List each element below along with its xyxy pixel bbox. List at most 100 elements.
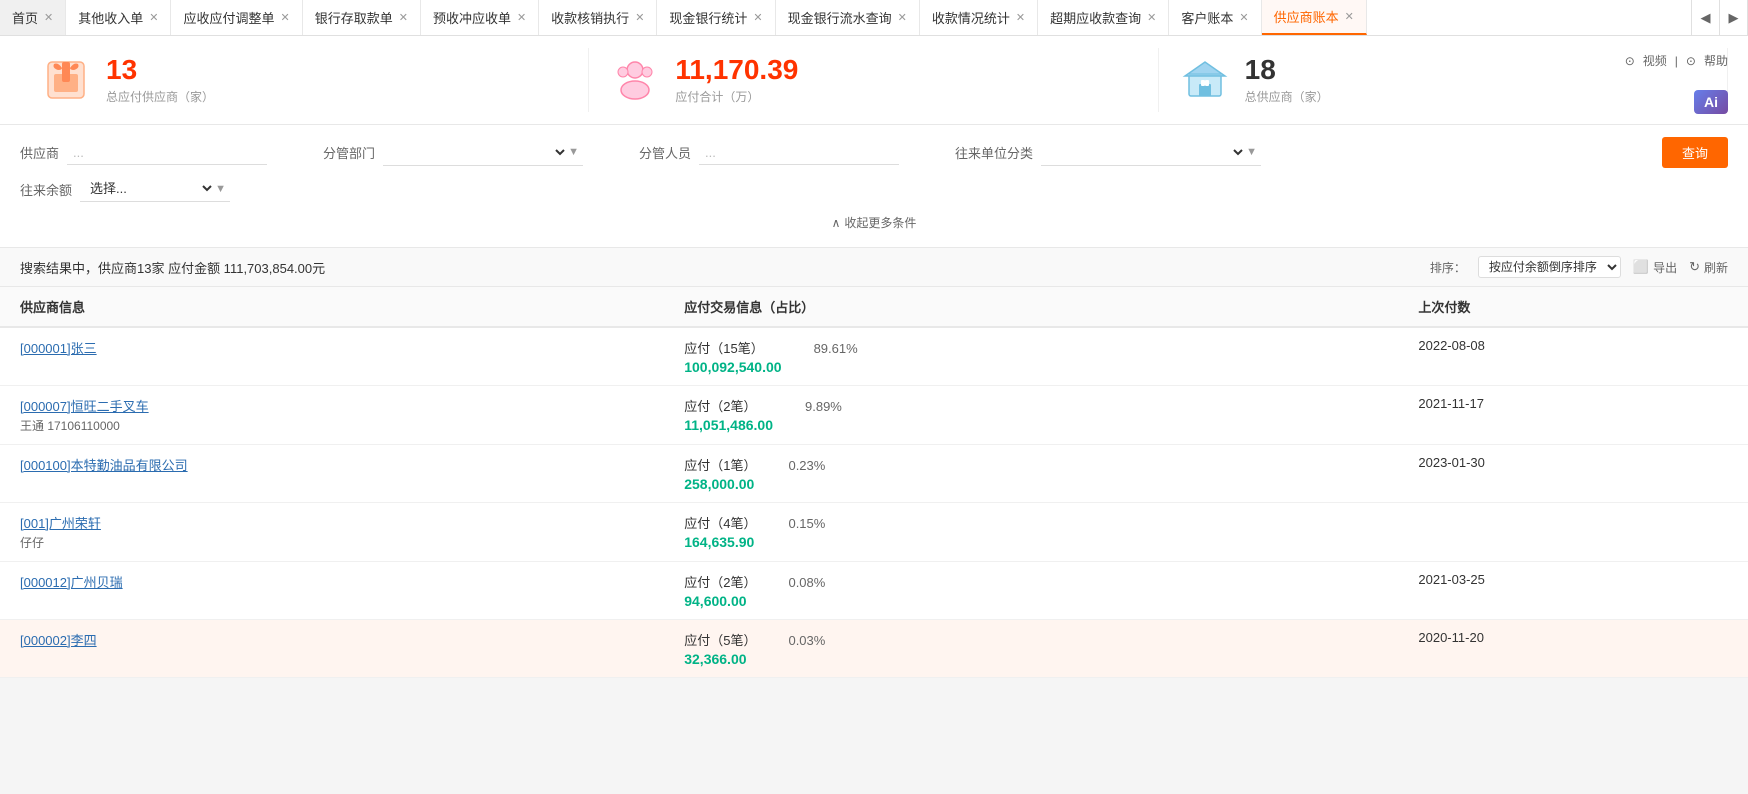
circle-icon-2: ⊙: [1686, 54, 1696, 68]
supplier-link[interactable]: [000012]广州贝瑞: [20, 575, 123, 590]
person-input[interactable]: [699, 141, 899, 165]
nav-tab[interactable]: 收款核销执行 ✕: [539, 0, 657, 35]
nav-tab-label: 现金银行流水查询: [788, 8, 892, 27]
tab-close-icon[interactable]: ✕: [753, 11, 762, 24]
nav-tab-label: 供应商账本: [1274, 7, 1339, 26]
payable-cell: 应付（5笔） 32,366.00 0.03%: [664, 620, 1398, 678]
summary-card-2: 11,170.39 应付合计（万）: [589, 48, 1158, 112]
tab-close-icon[interactable]: ✕: [898, 11, 907, 24]
nav-prev-arrow[interactable]: ◀: [1692, 0, 1720, 36]
sort-select[interactable]: 按应付余额倒序排序: [1478, 256, 1621, 278]
balance-label: 往来余额: [20, 180, 72, 199]
refresh-label: 刷新: [1704, 259, 1728, 276]
nav-tab[interactable]: 预收冲应收单 ✕: [421, 0, 539, 35]
tab-close-icon[interactable]: ✕: [280, 11, 289, 24]
tab-close-icon[interactable]: ✕: [1016, 11, 1025, 24]
collapse-label: 收起更多条件: [844, 214, 916, 231]
table-header: 供应商信息 应付交易信息（占比） 上次付数: [0, 287, 1748, 327]
export-button[interactable]: ⬜ 导出: [1633, 259, 1677, 276]
supplier-link[interactable]: [000007]恒旺二手叉车: [20, 399, 149, 414]
payable-count: 应付（1笔）: [684, 458, 756, 473]
payable-count: 应付（4笔）: [684, 516, 756, 531]
last-pay-cell: [1398, 503, 1748, 562]
payable-percent: 0.03%: [788, 633, 825, 648]
payable-amount[interactable]: 100,092,540.00: [684, 359, 781, 375]
supplier-link[interactable]: [000100]本特勤油品有限公司: [20, 458, 188, 473]
balance-arrow-icon: ▼: [215, 183, 230, 195]
nav-tab-label: 客户账本: [1181, 8, 1233, 27]
nav-arrows: ◀ ▶: [1691, 0, 1748, 36]
collapse-button[interactable]: ∧ 收起更多条件: [20, 210, 1728, 235]
nav-tab[interactable]: 现金银行流水查询 ✕: [776, 0, 920, 35]
category-select[interactable]: [1041, 140, 1246, 165]
nav-tab[interactable]: 供应商账本 ✕: [1262, 0, 1367, 35]
category-select-wrapper: ▼: [1041, 140, 1261, 166]
th-payable: 应付交易信息（占比）: [664, 287, 1398, 327]
card3-label: 总供应商（家）: [1245, 88, 1329, 105]
nav-tab[interactable]: 客户账本 ✕: [1169, 0, 1261, 35]
filter-person: 分管人员: [639, 141, 899, 165]
results-right: 排序： 按应付余额倒序排序 ⬜ 导出 ↻ 刷新: [1430, 256, 1728, 278]
summary-bar: 13 总应付供应商（家） 11,170.39 应付合计（万）: [0, 36, 1748, 125]
tab-close-icon[interactable]: ✕: [1345, 10, 1354, 23]
payable-amount[interactable]: 94,600.00: [684, 593, 756, 609]
payable-amount[interactable]: 32,366.00: [684, 651, 756, 667]
department-select[interactable]: [383, 140, 568, 165]
filter-supplier: 供应商: [20, 141, 267, 165]
payable-cell: 应付（2笔） 11,051,486.00 9.89%: [664, 386, 1398, 445]
tab-close-icon[interactable]: ✕: [149, 11, 158, 24]
department-arrow-icon: ▼: [568, 146, 583, 158]
tab-close-icon[interactable]: ✕: [1147, 11, 1156, 24]
query-button[interactable]: 查询: [1662, 137, 1728, 168]
card1-number: 13: [106, 55, 214, 86]
nav-next-arrow[interactable]: ▶: [1720, 0, 1748, 36]
refresh-icon: ↻: [1689, 259, 1700, 275]
nav-tab[interactable]: 银行存取款单✕: [303, 0, 421, 35]
supplier-link[interactable]: [000002]李四: [20, 633, 97, 648]
supplier-cell: [000002]李四: [0, 620, 664, 678]
refresh-button[interactable]: ↻ 刷新: [1689, 259, 1728, 276]
tab-close-icon[interactable]: ✕: [517, 11, 526, 24]
last-pay-date: 2021-03-25: [1418, 572, 1485, 587]
card3-number: 18: [1245, 55, 1329, 86]
table-row: [000001]张三 应付（15笔） 100,092,540.00 89.61%…: [0, 327, 1748, 386]
payable-amount[interactable]: 164,635.90: [684, 534, 756, 550]
balance-select[interactable]: 选择...: [80, 176, 215, 201]
last-pay-date: 2020-11-20: [1418, 630, 1484, 645]
payable-count: 应付（2笔）: [684, 575, 756, 590]
help-link[interactable]: 帮助: [1704, 52, 1728, 69]
nav-tab[interactable]: 现金银行统计✕: [657, 0, 775, 35]
nav-tab[interactable]: 首页✕: [0, 0, 66, 35]
supplier-link[interactable]: [001]广州荣轩: [20, 516, 101, 531]
table-body: [000001]张三 应付（15笔） 100,092,540.00 89.61%…: [0, 327, 1748, 678]
last-pay-date: 2021-11-17: [1418, 396, 1484, 411]
nav-tab-label: 预收冲应收单: [433, 8, 511, 27]
tab-close-icon[interactable]: ✕: [635, 11, 644, 24]
video-link[interactable]: 视频: [1643, 52, 1667, 69]
card1-label: 总应付供应商（家）: [106, 88, 214, 105]
collapse-area: ∧ 收起更多条件: [20, 210, 1728, 235]
last-pay-cell: 2020-11-20: [1398, 620, 1748, 678]
nav-tab[interactable]: 超期应收款查询✕: [1038, 0, 1169, 35]
tab-close-icon[interactable]: ✕: [1239, 11, 1248, 24]
tab-close-icon[interactable]: ✕: [399, 11, 408, 24]
supplier-input[interactable]: [67, 141, 267, 165]
nav-tab-label: 收款核销执行: [551, 8, 629, 27]
payable-amount[interactable]: 258,000.00: [684, 476, 756, 492]
payable-amount[interactable]: 11,051,486.00: [684, 417, 773, 433]
nav-tab[interactable]: 收款情况统计✕: [920, 0, 1038, 35]
table-row: [000002]李四 应付（5笔） 32,366.00 0.03% 2020-1…: [0, 620, 1748, 678]
th-supplier: 供应商信息: [0, 287, 664, 327]
nav-tab[interactable]: 应收应付调整单✕: [171, 0, 302, 35]
filter-balance: 往来余额 选择... ▼: [20, 176, 230, 202]
collapse-up-icon: ∧: [832, 216, 841, 230]
sort-label: 排序：: [1430, 259, 1466, 276]
table-row: [000100]本特勤油品有限公司 应付（1笔） 258,000.00 0.23…: [0, 445, 1748, 503]
payable-percent: 89.61%: [814, 341, 858, 356]
card2-number: 11,170.39: [675, 55, 798, 86]
tab-close-icon[interactable]: ✕: [44, 11, 53, 24]
table-row: [001]广州荣轩仔仔 应付（4笔） 164,635.90 0.15%: [0, 503, 1748, 562]
nav-tab[interactable]: 其他收入单✕: [66, 0, 171, 35]
supplier-link[interactable]: [000001]张三: [20, 341, 97, 356]
ai-button[interactable]: Ai: [1694, 90, 1728, 114]
